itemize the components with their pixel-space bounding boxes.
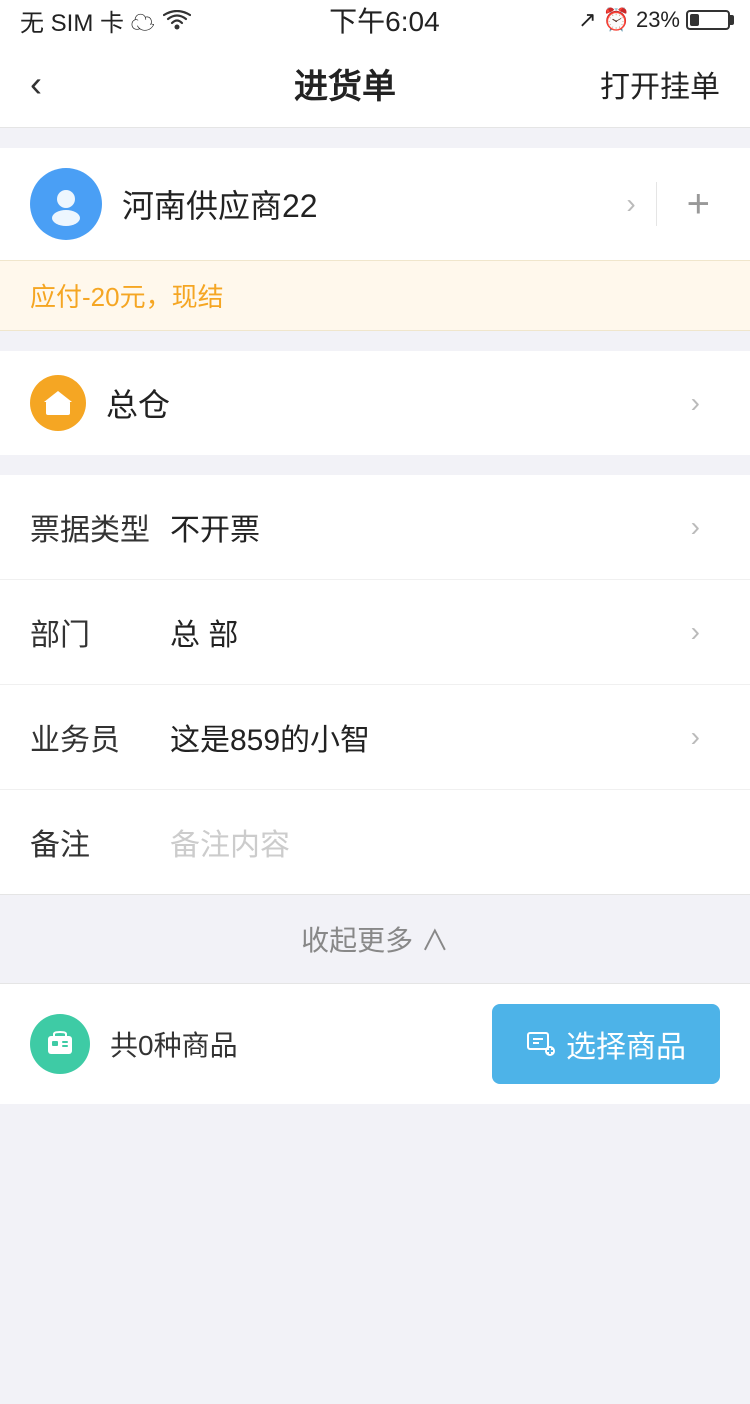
alarm-icon: ⏰	[603, 7, 630, 33]
product-count-label: 共0种商品	[110, 1024, 472, 1064]
supplier-avatar	[30, 168, 102, 240]
warehouse-icon	[30, 375, 86, 431]
warehouse-name: 总仓	[106, 380, 691, 426]
select-product-icon	[526, 1031, 556, 1057]
remark-input[interactable]: 备注内容	[170, 820, 720, 864]
status-bar: 无 SIM 卡 ☁ 下午6:04 ↗ ⏰ 23%	[0, 0, 750, 40]
invoice-type-value: 不开票	[170, 505, 691, 549]
chevron-right-icon: ›	[626, 188, 635, 220]
salesperson-row[interactable]: 业务员 这是859的小智 ›	[0, 684, 750, 789]
form-section: 票据类型 不开票 › 部门 总 部 › 业务员 这是859的小智 › 备注 备注…	[0, 475, 750, 894]
section-gap-3	[0, 455, 750, 475]
warehouse-row[interactable]: 总仓 ›	[0, 351, 750, 455]
supplier-row[interactable]: 河南供应商22 › +	[0, 148, 750, 260]
salesperson-chevron: ›	[691, 721, 700, 753]
sim-label: 无 SIM 卡 ☁	[20, 3, 155, 38]
department-value: 总 部	[170, 610, 691, 654]
section-gap-2	[0, 331, 750, 351]
status-left: 无 SIM 卡 ☁	[20, 3, 191, 38]
select-product-button[interactable]: 选择商品	[492, 1004, 720, 1084]
department-label: 部门	[30, 610, 170, 654]
battery-icon	[686, 10, 730, 30]
warehouse-section: 总仓 ›	[0, 351, 750, 455]
notice-banner: 应付-20元，现结	[0, 260, 750, 331]
warehouse-chevron-icon: ›	[691, 387, 700, 419]
invoice-type-chevron: ›	[691, 511, 700, 543]
collapse-label: 收起更多 ∧	[301, 919, 449, 959]
location-icon: ↗	[578, 7, 596, 33]
back-button[interactable]: ‹	[30, 63, 90, 105]
warehouse-icon-svg	[42, 387, 74, 419]
bottom-bar: 共0种商品 选择商品	[0, 983, 750, 1104]
status-time: 下午6:04	[329, 0, 440, 40]
supplier-name: 河南供应商22	[122, 181, 626, 227]
page-title: 进货单	[294, 59, 396, 108]
section-gap-1	[0, 128, 750, 148]
department-chevron: ›	[691, 616, 700, 648]
page-background	[0, 1104, 750, 1404]
product-icon-svg	[42, 1026, 78, 1062]
invoice-type-row[interactable]: 票据类型 不开票 ›	[0, 475, 750, 579]
salesperson-label: 业务员	[30, 715, 170, 759]
salesperson-value: 这是859的小智	[170, 715, 691, 759]
collapse-row[interactable]: 收起更多 ∧	[0, 894, 750, 983]
invoice-type-label: 票据类型	[30, 505, 170, 549]
open-pending-button[interactable]: 打开挂单	[600, 62, 720, 106]
supplier-avatar-icon	[44, 182, 88, 226]
status-right: ↗ ⏰ 23%	[578, 7, 730, 33]
add-supplier-button[interactable]: +	[677, 182, 720, 227]
remark-label: 备注	[30, 820, 170, 864]
nav-bar: ‹ 进货单 打开挂单	[0, 40, 750, 128]
wifi-icon	[163, 10, 191, 30]
select-product-label: 选择商品	[566, 1022, 686, 1066]
supplier-section: 河南供应商22 › + 应付-20元，现结	[0, 148, 750, 331]
department-row[interactable]: 部门 总 部 ›	[0, 579, 750, 684]
product-icon	[30, 1014, 90, 1074]
remark-row[interactable]: 备注 备注内容	[0, 789, 750, 894]
divider	[656, 182, 657, 226]
battery-label: 23%	[636, 7, 680, 33]
